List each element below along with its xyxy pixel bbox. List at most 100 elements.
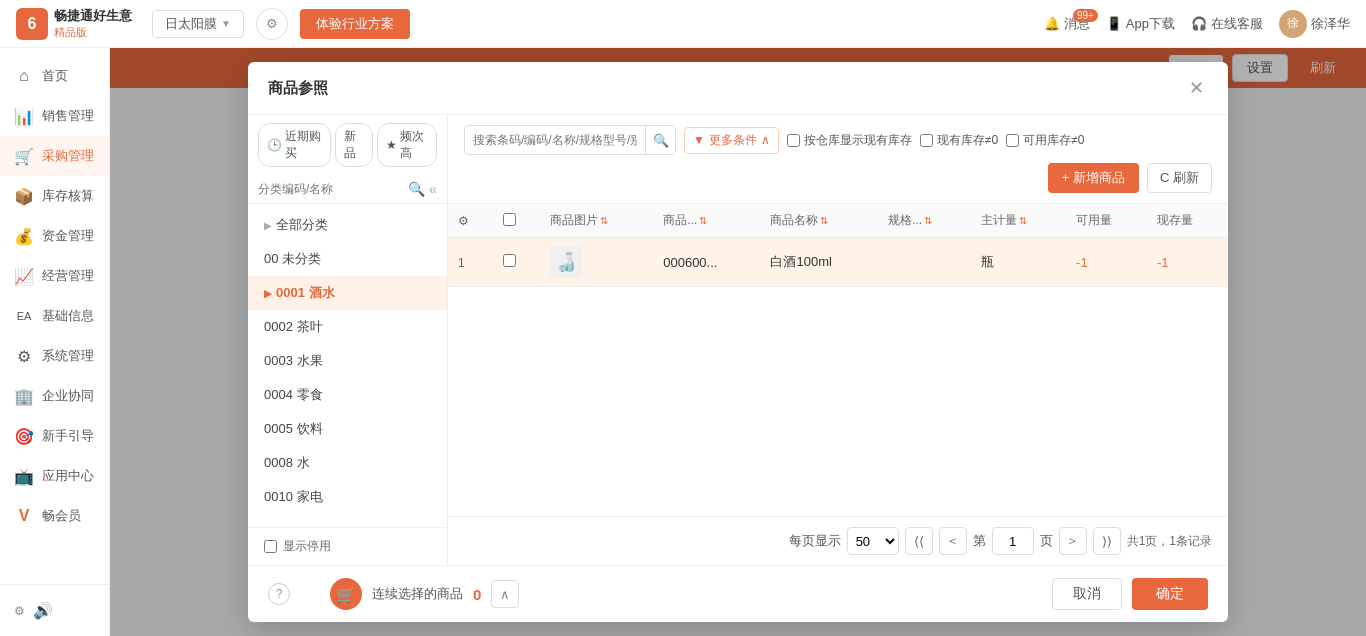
- select-all-checkbox[interactable]: [503, 213, 516, 226]
- row-name: 白酒100ml: [760, 238, 878, 287]
- guide-icon: 🎯: [14, 426, 34, 446]
- cat-item-0010[interactable]: 0010 家电: [248, 480, 447, 514]
- cat-item-00[interactable]: 00 未分类: [248, 242, 447, 276]
- tri-icon-0001: ▶: [264, 288, 272, 299]
- row-code: 000600...: [653, 238, 760, 287]
- checkbox-available-ne0[interactable]: 可用库存≠0: [1006, 132, 1084, 149]
- online-service-btn[interactable]: 🎧 在线客服: [1191, 15, 1263, 33]
- store-selector[interactable]: 日太阳膜 ▼: [152, 10, 244, 38]
- frequent-tab[interactable]: ★ 频次高: [377, 123, 437, 167]
- cart-count: 0: [473, 586, 481, 603]
- product-thumbnail: 🍶: [550, 246, 582, 278]
- sidebar-item-system[interactable]: ⚙ 系统管理: [0, 336, 109, 376]
- sort-icon-name: ⇅: [820, 215, 828, 226]
- topbar-right: 🔔 消息 99+ 📱 App下载 🎧 在线客服 徐 徐泽华: [1044, 10, 1350, 38]
- toolbar: 🔍 ▼ 更多条件 ∧ 按仓库显示现有库存: [448, 115, 1228, 204]
- th-settings[interactable]: ⚙: [448, 204, 493, 238]
- confirm-btn[interactable]: 确定: [1132, 578, 1208, 610]
- new-product-tab[interactable]: 新品: [335, 123, 373, 167]
- sidebar-item-inventory[interactable]: 📦 库存核算: [0, 176, 109, 216]
- checkbox-warehouse[interactable]: 按仓库显示现有库存: [787, 132, 912, 149]
- search-icon: 🔍: [408, 181, 425, 197]
- sidebar-bottom-label: 🔊: [33, 601, 53, 620]
- row-select-checkbox[interactable]: [503, 254, 516, 267]
- table-row[interactable]: 1 🍶 000600... 白酒100ml 瓶: [448, 238, 1228, 287]
- cat-item-0004[interactable]: 0004 零食: [248, 378, 447, 412]
- per-page-dropdown[interactable]: 50 100 200: [848, 528, 898, 554]
- current-page-input-wrap: 1: [992, 527, 1034, 555]
- user-area[interactable]: 徐 徐泽华: [1279, 10, 1350, 38]
- show-disabled-checkbox[interactable]: [264, 540, 277, 553]
- system-icon: ⚙: [14, 346, 34, 366]
- base-icon: EA: [14, 306, 34, 326]
- recent-icon: 🕒: [267, 138, 282, 152]
- experience-btn[interactable]: 体验行业方案: [300, 9, 410, 39]
- sidebar-item-guide[interactable]: 🎯 新手引导: [0, 416, 109, 456]
- stock-ne0-checkbox[interactable]: [920, 134, 933, 147]
- footer-collapse-btn[interactable]: ∧: [491, 580, 519, 608]
- purchase-icon: 🛒: [14, 146, 34, 166]
- first-page-btn[interactable]: ⟨⟨: [905, 527, 933, 555]
- logo-icon: 6: [16, 8, 48, 40]
- cat-item-all[interactable]: ▶ 全部分类: [248, 208, 447, 242]
- prev-page-btn[interactable]: ＜: [939, 527, 967, 555]
- product-search-btn[interactable]: 🔍: [645, 125, 675, 155]
- help-btn[interactable]: ?: [268, 583, 290, 605]
- row-unit: 瓶: [971, 238, 1066, 287]
- add-product-btn[interactable]: + 新增商品: [1048, 163, 1139, 193]
- sidebar-item-member[interactable]: V 畅会员: [0, 496, 109, 536]
- apps-icon: 📺: [14, 466, 34, 486]
- app-download-btn[interactable]: 📱 App下载: [1106, 15, 1175, 33]
- notifications-btn[interactable]: 🔔 消息 99+: [1044, 15, 1090, 33]
- sidebar-item-enterprise[interactable]: 🏢 企业协同: [0, 376, 109, 416]
- last-page-btn[interactable]: ⟩⟩: [1093, 527, 1121, 555]
- next-page-btn[interactable]: ＞: [1059, 527, 1087, 555]
- modal-body: 🕒 近期购买 新品 ★ 频次高: [248, 115, 1228, 565]
- show-disabled-area: 显示停用: [248, 527, 447, 565]
- sort-icon-code: ⇅: [699, 215, 707, 226]
- checkbox-stock-ne0[interactable]: 现有库存≠0: [920, 132, 998, 149]
- ops-icon: 📈: [14, 266, 34, 286]
- filter-btn[interactable]: ▼ 更多条件 ∧: [684, 127, 779, 154]
- sidebar-item-base[interactable]: EA 基础信息: [0, 296, 109, 336]
- cat-item-0005[interactable]: 0005 饮料: [248, 412, 447, 446]
- cat-item-0001[interactable]: ▶ 0001 酒水: [248, 276, 447, 310]
- product-search-input[interactable]: [465, 133, 645, 147]
- cancel-btn[interactable]: 取消: [1052, 578, 1122, 610]
- chevron-down-icon: ▼: [221, 18, 231, 29]
- sidebar-item-finance[interactable]: 💰 资金管理: [0, 216, 109, 256]
- layout: ⌂ 首页 📊 销售管理 🛒 采购管理 📦 库存核算 💰 资金管理 📈 经营管理 …: [0, 48, 1366, 636]
- cat-item-0008[interactable]: 0008 水: [248, 446, 447, 480]
- chevron-up-icon: ∧: [761, 133, 770, 147]
- current-page-input[interactable]: 1: [993, 534, 1033, 549]
- cat-item-0003[interactable]: 0003 水果: [248, 344, 447, 378]
- category-quick-tabs: 🕒 近期购买 新品 ★ 频次高: [248, 115, 447, 175]
- sidebar-item-home[interactable]: ⌂ 首页: [0, 56, 109, 96]
- page-unit: 页: [1040, 532, 1053, 550]
- recent-purchase-tab[interactable]: 🕒 近期购买: [258, 123, 331, 167]
- row-stock: -1: [1147, 238, 1228, 287]
- avatar: 徐: [1279, 10, 1307, 38]
- headset-icon: 🎧: [1191, 16, 1207, 31]
- sidebar-item-purchase[interactable]: 🛒 采购管理: [0, 136, 109, 176]
- cat-item-0002[interactable]: 0002 茶叶: [248, 310, 447, 344]
- available-ne0-checkbox[interactable]: [1006, 134, 1019, 147]
- per-page-select[interactable]: 50 100 200: [847, 527, 899, 555]
- inventory-icon: 📦: [14, 186, 34, 206]
- notifications-badge: 99+: [1073, 9, 1098, 22]
- th-name: 商品名称 ⇅: [760, 204, 878, 238]
- collapse-btn[interactable]: «: [425, 181, 437, 197]
- gear-button[interactable]: ⚙: [256, 8, 288, 40]
- sidebar-settings-btn[interactable]: ⚙ 🔊: [0, 593, 109, 628]
- warehouse-checkbox[interactable]: [787, 134, 800, 147]
- page-label: 第: [973, 532, 986, 550]
- sales-icon: 📊: [14, 106, 34, 126]
- th-code: 商品... ⇅: [653, 204, 760, 238]
- modal-close-button[interactable]: ✕: [1184, 76, 1208, 100]
- sidebar-item-ops[interactable]: 📈 经营管理: [0, 256, 109, 296]
- cart-area: 🛒 连续选择的商品 0 ∧: [330, 578, 519, 610]
- refresh-product-btn[interactable]: C 刷新: [1147, 163, 1212, 193]
- category-search-input[interactable]: [258, 182, 408, 196]
- sidebar-item-sales[interactable]: 📊 销售管理: [0, 96, 109, 136]
- sidebar-item-apps[interactable]: 📺 应用中心: [0, 456, 109, 496]
